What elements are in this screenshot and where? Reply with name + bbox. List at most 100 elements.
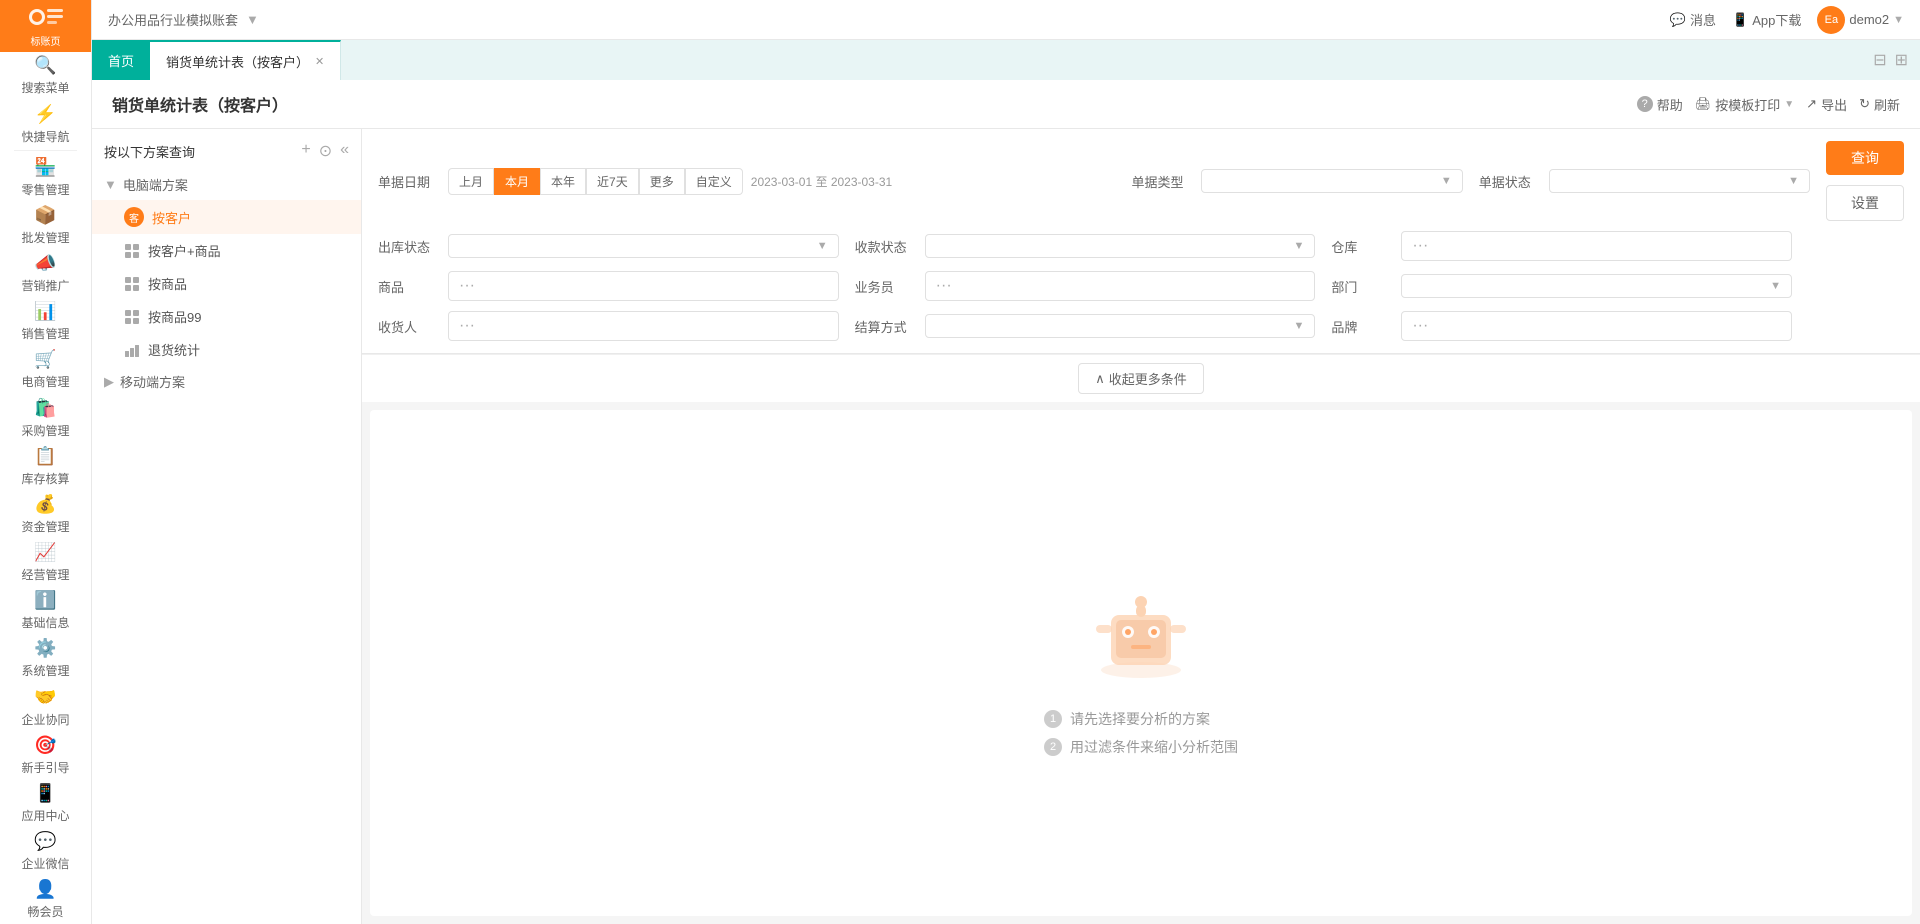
sidebar: 标账页 🔍 搜索菜单 ⚡ 快捷导航 🏪 零售管理 📦 批发管理 📣 营销推广 📊… — [0, 0, 92, 924]
scheme-icon-customer: 客 — [124, 207, 144, 227]
finance-icon: 💰 — [34, 494, 56, 515]
tab-close-icon[interactable]: ✕ — [315, 55, 324, 68]
sidebar-item-label-guide: 新手引导 — [21, 759, 69, 776]
sidebar-item-basic[interactable]: ℹ️ 基础信息 — [0, 587, 92, 635]
setup-button[interactable]: 设置 — [1826, 185, 1904, 221]
scheme-label-p99: 按商品99 — [148, 307, 201, 326]
sidebar-item-guide[interactable]: 🎯 新手引导 — [0, 731, 92, 779]
help-button[interactable]: ? 帮助 — [1637, 95, 1683, 114]
payment-chevron-icon: ▼ — [1293, 240, 1304, 252]
date-btn-custom[interactable]: 自定义 — [685, 168, 743, 195]
ship-chevron-icon: ▼ — [817, 240, 828, 252]
brand-select[interactable]: ··· — [1401, 311, 1792, 341]
scheme-group-pc-label: 电脑端方案 — [123, 175, 188, 194]
order-status-chevron-icon: ▼ — [1788, 175, 1799, 187]
dropdown-chevron-icon[interactable]: ▼ — [246, 12, 259, 27]
sidebar-item-label-purchase: 采购管理 — [21, 422, 69, 439]
sidebar-item-marketing[interactable]: 📣 营销推广 — [0, 250, 92, 298]
add-scheme-button[interactable]: + — [301, 141, 310, 161]
main-area: 办公用品行业模拟账套 ▼ 💬 消息 📱 App下载 Ea demo2 ▼ 首页 … — [92, 0, 1920, 924]
marketing-icon: 📣 — [34, 253, 56, 274]
sidebar-item-retail[interactable]: 🏪 零售管理 — [0, 153, 92, 201]
sidebar-item-inventory[interactable]: 📋 库存核算 — [0, 442, 92, 490]
tip-num-2: 2 — [1044, 738, 1062, 756]
product-select[interactable]: ··· — [448, 271, 839, 301]
help-icon: ? — [1637, 96, 1653, 112]
scheme-item-product[interactable]: 按商品 — [92, 267, 361, 300]
receiver-input[interactable]: ··· — [448, 311, 839, 341]
scheme-item-return[interactable]: 退货统计 — [92, 333, 361, 366]
tabbar: 首页 销货单统计表（按客户） ✕ ⊟ ⊞ — [92, 40, 1920, 80]
tab-sales-stat[interactable]: 销货单统计表（按客户） ✕ — [150, 40, 341, 80]
date-btn-last-month[interactable]: 上月 — [448, 168, 494, 195]
sidebar-item-finance[interactable]: 💰 资金管理 — [0, 490, 92, 538]
collab-icon: 🤝 — [34, 687, 56, 708]
sidebar-item-management[interactable]: 📈 经营管理 — [0, 539, 92, 587]
sales-icon: 📊 — [34, 301, 56, 322]
sidebar-item-search[interactable]: 🔍 搜索菜单 — [0, 52, 92, 100]
date-btn-more[interactable]: 更多 — [639, 168, 685, 195]
sidebar-item-wholesale[interactable]: 📦 批发管理 — [0, 201, 92, 249]
scheme-item-by-customer[interactable]: 客 按客户 — [92, 200, 361, 234]
scheme-item-product99[interactable]: 按商品99 — [92, 300, 361, 333]
collapse-panel-button[interactable]: « — [340, 141, 349, 161]
page-header: 销货单统计表（按客户） ? 帮助 🖨 按模板打印 ▼ ↗ 导出 ↻ 刷新 — [92, 80, 1920, 129]
sidebar-item-collab[interactable]: 🤝 企业协同 — [0, 683, 92, 731]
query-button[interactable]: 查询 — [1826, 141, 1904, 175]
print-button[interactable]: 🖨 按模板打印 ▼ — [1695, 95, 1794, 114]
user-menu[interactable]: Ea demo2 ▼ — [1817, 6, 1904, 34]
date-btn-last-7days[interactable]: 近7天 — [586, 168, 639, 195]
order-status-select[interactable]: ▼ — [1549, 169, 1810, 193]
warehouse-select[interactable]: ··· — [1401, 231, 1792, 261]
inventory-icon: 📋 — [34, 446, 56, 467]
filter-row-4: 收货人 ··· 结算方式 ▼ 品牌 ··· — [378, 311, 1904, 341]
refresh-button[interactable]: ↻ 刷新 — [1859, 95, 1900, 114]
sidebar-item-ecommerce[interactable]: 🛒 电商管理 — [0, 346, 92, 394]
salesperson-select[interactable]: ··· — [925, 271, 1316, 301]
home-tab-label: 首页 — [108, 51, 134, 70]
sidebar-item-sales[interactable]: 📊 销售管理 — [0, 298, 92, 346]
minimize-window-icon[interactable]: ⊟ — [1873, 50, 1886, 70]
message-button[interactable]: 💬 消息 — [1670, 10, 1716, 29]
avatar: Ea — [1817, 6, 1845, 34]
sidebar-item-label-finance: 资金管理 — [21, 518, 69, 535]
scheme-group-pc-title[interactable]: ▼ 电脑端方案 — [92, 169, 361, 200]
settings-scheme-button[interactable]: ⊙ — [319, 141, 332, 161]
collapse-up-icon: ∧ — [1095, 371, 1105, 387]
topbar: 办公用品行业模拟账套 ▼ 💬 消息 📱 App下载 Ea demo2 ▼ — [92, 0, 1920, 40]
department-select[interactable]: ▼ — [1401, 274, 1792, 298]
sidebar-item-nav[interactable]: ⚡ 快捷导航 — [0, 100, 92, 148]
ship-status-select[interactable]: ▼ — [448, 234, 839, 258]
maximize-window-icon[interactable]: ⊞ — [1895, 50, 1908, 70]
sales-stat-tab-label: 销货单统计表（按客户） — [166, 52, 309, 71]
app-download-button[interactable]: 📱 App下载 — [1732, 10, 1801, 29]
order-type-select[interactable]: ▼ — [1201, 169, 1462, 193]
sidebar-item-label-wholesale: 批发管理 — [21, 229, 69, 246]
sidebar-item-wechat[interactable]: 💬 企业微信 — [0, 828, 92, 876]
filter-row-3: 商品 ··· 业务员 ··· 部门 ▼ — [378, 271, 1904, 301]
retail-icon: 🏪 — [34, 157, 56, 178]
date-btn-this-year[interactable]: 本年 — [540, 168, 586, 195]
tab-home[interactable]: 首页 — [92, 40, 150, 80]
sidebar-item-label-nav: 快捷导航 — [21, 128, 69, 145]
page-title: 销货单统计表（按客户） — [112, 92, 288, 128]
collapse-button[interactable]: ∧ 收起更多条件 — [1078, 363, 1204, 394]
scheme-item-customer-product[interactable]: 按客户+商品 — [92, 234, 361, 267]
tip-text-2: 用过滤条件来缩小分析范围 — [1070, 737, 1238, 757]
settlement-label: 结算方式 — [855, 317, 925, 336]
empty-illustration — [1081, 570, 1201, 693]
date-btn-this-month[interactable]: 本月 — [494, 168, 540, 195]
sidebar-item-system[interactable]: ⚙️ 系统管理 — [0, 635, 92, 683]
sidebar-item-purchase[interactable]: 🛍️ 采购管理 — [0, 394, 92, 442]
app-download-label: App下载 — [1752, 10, 1801, 29]
apps-icon: 📱 — [34, 783, 56, 804]
scheme-group-mobile-title[interactable]: ▶ 移动端方案 — [92, 366, 361, 397]
sidebar-item-apps[interactable]: 📱 应用中心 — [0, 779, 92, 827]
settlement-select[interactable]: ▼ — [925, 314, 1316, 338]
department-chevron-icon: ▼ — [1770, 280, 1781, 292]
sidebar-item-member[interactable]: 👤 畅会员 — [0, 876, 92, 924]
print-chevron-icon: ▼ — [1784, 99, 1794, 110]
export-button[interactable]: ↗ 导出 — [1806, 95, 1847, 114]
app-download-icon: 📱 — [1732, 12, 1748, 28]
payment-status-select[interactable]: ▼ — [925, 234, 1316, 258]
